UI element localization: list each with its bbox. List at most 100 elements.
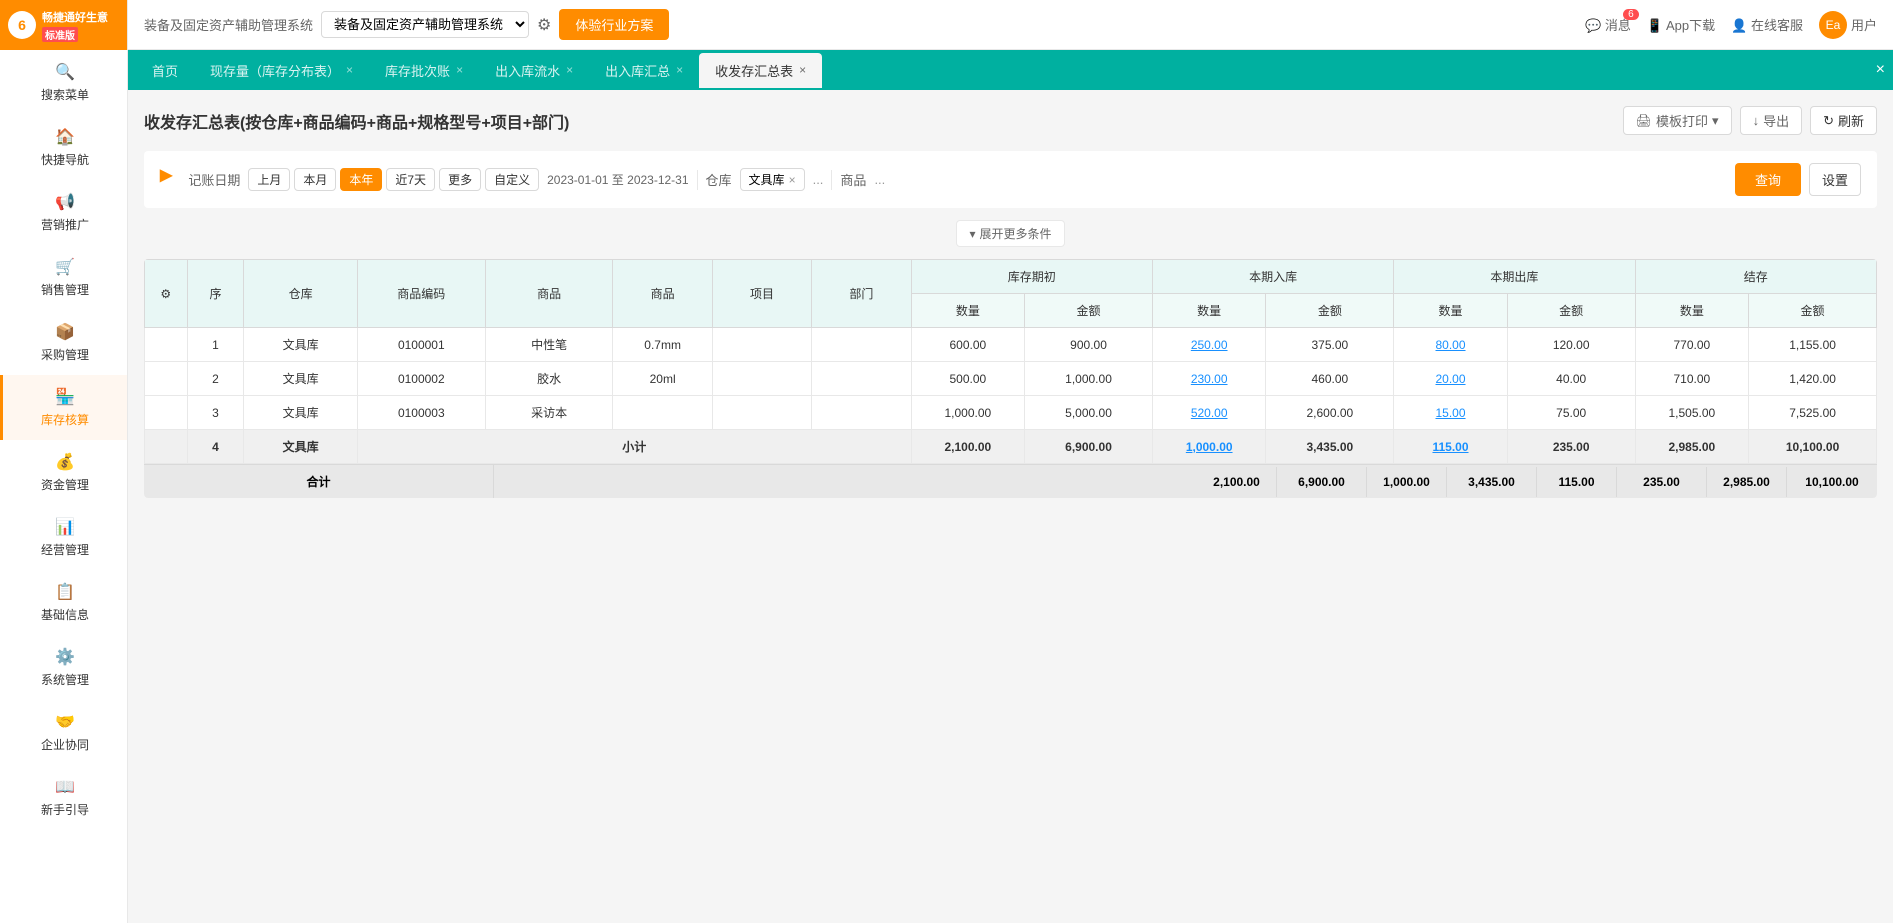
tabs-close-all-btn[interactable]: × — [1876, 61, 1885, 79]
sidebar-item-label: 快捷导航 — [41, 151, 89, 168]
date-label: 记账日期 — [188, 170, 240, 189]
home-icon: 🏠 — [55, 127, 75, 147]
goods-more[interactable]: ... — [874, 172, 885, 187]
sidebar-item-label: 经营管理 — [41, 541, 89, 558]
warehouse-tag-close[interactable]: × — [789, 173, 796, 187]
sidebar-item-label: 资金管理 — [41, 476, 89, 493]
sidebar-item-guide[interactable]: 📖 新手引导 — [0, 765, 127, 830]
sidebar-item-label: 搜索菜单 — [41, 86, 89, 103]
sidebar-item-inventory[interactable]: 🏪 库存核算 — [0, 375, 127, 440]
tab-stock-dist[interactable]: 现存量（库存分布表） × — [194, 53, 369, 88]
sidebar-item-sales[interactable]: 🛒 销售管理 — [0, 245, 127, 310]
th-opening-amount: 金额 — [1025, 294, 1153, 328]
sidebar-item-base[interactable]: 📋 基础信息 — [0, 570, 127, 635]
gear-icon[interactable]: ⚙ — [537, 15, 551, 35]
footer-out-amount: 235.00 — [1617, 467, 1707, 497]
th-closing-qty: 数量 — [1635, 294, 1749, 328]
cell-num: 1 — [187, 328, 244, 362]
footer-out-qty: 115.00 — [1537, 467, 1617, 497]
date-btn-7days[interactable]: 近7天 — [386, 168, 435, 191]
sidebar-item-quicknav[interactable]: 🏠 快捷导航 — [0, 115, 127, 180]
th-closing: 结存 — [1635, 260, 1876, 294]
system-select[interactable]: 装备及固定资产辅助管理系统 — [321, 11, 529, 38]
table-row: 1 文具库 0100001 中性笔 0.7mm 600.00 900.00 25… — [145, 328, 1877, 362]
cell-out-qty[interactable]: 15.00 — [1394, 396, 1508, 430]
cell-code: 0100003 — [357, 396, 485, 430]
tab-close-stock-dist[interactable]: × — [346, 63, 353, 77]
cell-opening-qty: 500.00 — [911, 362, 1025, 396]
cell-num: 4 — [187, 430, 244, 464]
experience-btn[interactable]: 体验行业方案 — [559, 9, 669, 40]
cell-name: 中性笔 — [485, 328, 613, 362]
tab-close-recv-send-summary[interactable]: × — [799, 63, 806, 77]
page-content: 收发存汇总表(按仓库+商品编码+商品+规格型号+项目+部门) 🖨 模板打印 ▾ … — [128, 90, 1893, 923]
tab-close-in-out-summary[interactable]: × — [676, 63, 683, 77]
cell-project — [712, 362, 811, 396]
warehouse-more[interactable]: ... — [813, 172, 824, 187]
cell-in-qty[interactable]: 520.00 — [1152, 396, 1266, 430]
date-btn-more[interactable]: 更多 — [439, 168, 481, 191]
tab-in-out-summary[interactable]: 出入库汇总 × — [589, 53, 699, 88]
app-tag: 标准版 — [42, 27, 78, 42]
footer-in-amount: 3,435.00 — [1447, 467, 1537, 497]
sidebar-item-system[interactable]: ⚙️ 系统管理 — [0, 635, 127, 700]
cell-out-qty[interactable]: 115.00 — [1394, 430, 1508, 464]
table-row: 3 文具库 0100003 采访本 1,000.00 5,000.00 520.… — [145, 396, 1877, 430]
online-service-btn[interactable]: 👤 在线客服 — [1731, 15, 1803, 34]
sidebar-item-marketing[interactable]: 📢 营销推广 — [0, 180, 127, 245]
sidebar-item-search[interactable]: 🔍 搜索菜单 — [0, 50, 127, 115]
message-btn[interactable]: 💬 消息 6 — [1585, 15, 1631, 34]
date-btn-this-year[interactable]: 本年 — [340, 168, 382, 191]
settings-btn[interactable]: 设置 — [1809, 163, 1861, 196]
th-settings: ⚙ — [145, 260, 188, 328]
app-download-btn[interactable]: 📱 App下载 — [1647, 15, 1715, 34]
footer-closing-qty: 2,985.00 — [1707, 467, 1787, 497]
cell-opening-amount: 6,900.00 — [1025, 430, 1153, 464]
cell-in-qty[interactable]: 230.00 — [1152, 362, 1266, 396]
header-right: 💬 消息 6 📱 App下载 👤 在线客服 Ea 用户 — [1585, 11, 1877, 39]
expand-section: ▾ 展开更多条件 — [144, 220, 1877, 247]
print-btn[interactable]: 🖨 模板打印 ▾ — [1623, 106, 1732, 135]
user-avatar[interactable]: Ea 用户 — [1819, 11, 1877, 39]
tab-batch-ledger[interactable]: 库存批次账 × — [369, 53, 479, 88]
date-btn-last-month[interactable]: 上月 — [248, 168, 290, 191]
th-out: 本期出库 — [1394, 260, 1635, 294]
filter-toggle-btn[interactable]: ▶ — [160, 165, 172, 185]
sidebar-item-enterprise[interactable]: 🤝 企业协同 — [0, 700, 127, 765]
data-table-wrapper: ⚙ 序 仓库 商品编码 商品 商品 项目 部门 库存期初 本期入库 本期出库 结… — [144, 259, 1877, 498]
cell-out-qty[interactable]: 20.00 — [1394, 362, 1508, 396]
th-dept: 部门 — [812, 260, 911, 328]
divider-1 — [697, 170, 698, 190]
date-btn-this-month[interactable]: 本月 — [294, 168, 336, 191]
cell-closing-qty: 1,505.00 — [1635, 396, 1749, 430]
query-btn[interactable]: 查询 — [1735, 163, 1801, 196]
export-btn[interactable]: ↓ 导出 — [1740, 106, 1803, 135]
data-table: ⚙ 序 仓库 商品编码 商品 商品 项目 部门 库存期初 本期入库 本期出库 结… — [144, 259, 1877, 464]
expand-more-btn[interactable]: ▾ 展开更多条件 — [956, 220, 1064, 247]
page-title-bar: 收发存汇总表(按仓库+商品编码+商品+规格型号+项目+部门) 🖨 模板打印 ▾ … — [144, 106, 1877, 135]
tab-recv-send-summary[interactable]: 收发存汇总表 × — [699, 53, 822, 88]
cell-in-qty[interactable]: 250.00 — [1152, 328, 1266, 362]
refresh-btn[interactable]: ↻ 刷新 — [1810, 106, 1877, 135]
date-btn-custom[interactable]: 自定义 — [485, 168, 539, 191]
sidebar-item-finance[interactable]: 💰 资金管理 — [0, 440, 127, 505]
tab-home[interactable]: 首页 — [136, 53, 194, 88]
cell-name: 采访本 — [485, 396, 613, 430]
cell-in-qty[interactable]: 1,000.00 — [1152, 430, 1266, 464]
footer-values: 2,100.00 6,900.00 1,000.00 3,435.00 115.… — [494, 467, 1877, 497]
tab-close-batch-ledger[interactable]: × — [456, 63, 463, 77]
tab-close-in-out-flow[interactable]: × — [566, 63, 573, 77]
sidebar-item-business[interactable]: 📊 经营管理 — [0, 505, 127, 570]
cell-out-qty[interactable]: 80.00 — [1394, 328, 1508, 362]
cell-warehouse: 文具库 — [244, 362, 358, 396]
cell-in-amount: 460.00 — [1266, 362, 1394, 396]
sidebar-item-label: 系统管理 — [41, 671, 89, 688]
sidebar-item-purchase[interactable]: 📦 采购管理 — [0, 310, 127, 375]
warehouse-tag[interactable]: 文具库 × — [740, 168, 805, 191]
cell-num: 3 — [187, 396, 244, 430]
footer-label: 合计 — [144, 465, 494, 498]
tab-in-out-flow[interactable]: 出入库流水 × — [479, 53, 589, 88]
cell-dept — [812, 362, 911, 396]
footer-closing-amount: 10,100.00 — [1787, 467, 1877, 497]
table-row: 2 文具库 0100002 胶水 20ml 500.00 1,000.00 23… — [145, 362, 1877, 396]
